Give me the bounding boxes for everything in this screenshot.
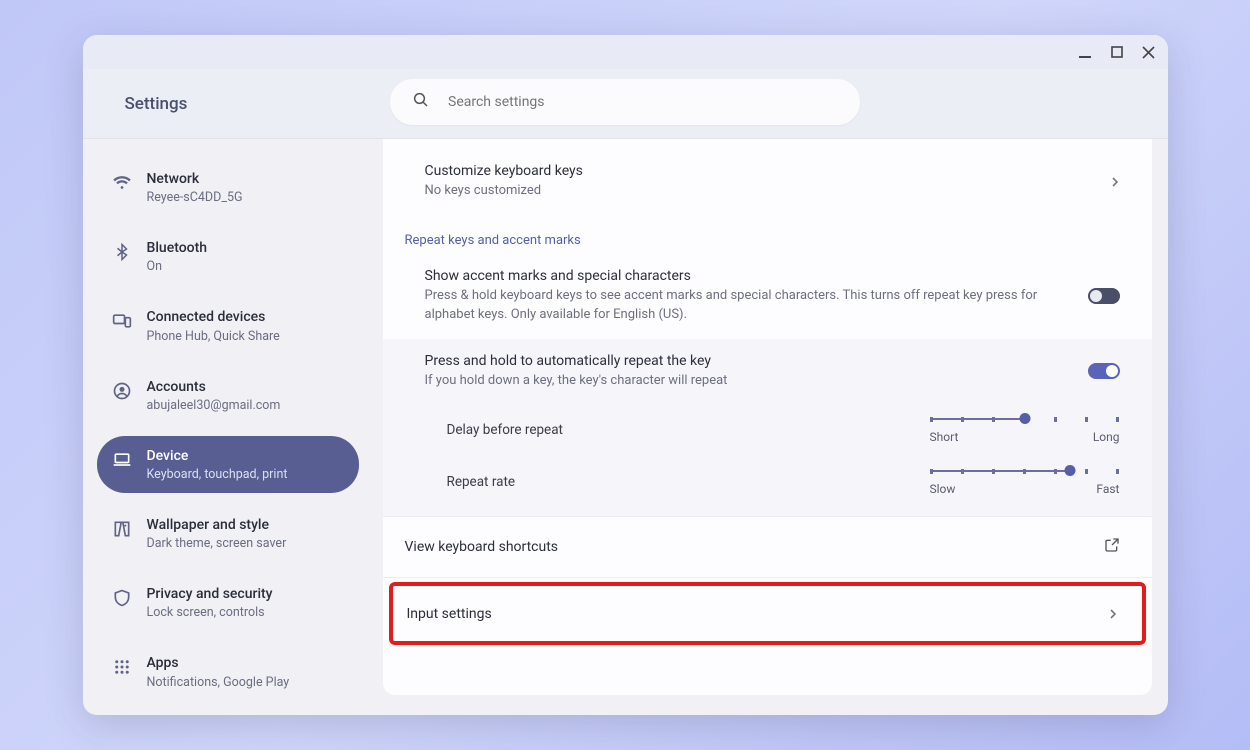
sidebar-item-label: Accounts	[147, 378, 281, 396]
sidebar-item-sublabel: Lock screen, controls	[147, 605, 273, 620]
input-settings-row[interactable]: Input settings	[389, 582, 1146, 645]
row-subtitle: Press & hold keyboard keys to see accent…	[425, 287, 1065, 325]
bluetooth-icon	[111, 241, 133, 263]
repeat-key-row: Press and hold to automatically repeat t…	[383, 339, 1152, 405]
view-keyboard-shortcuts-row[interactable]: View keyboard shortcuts	[383, 517, 1152, 577]
slider-label: Delay before repeat	[447, 416, 930, 438]
slider-max-label: Long	[1093, 430, 1120, 444]
row-title: Input settings	[407, 606, 1108, 622]
sidebar-item-sublabel: Keyboard, touchpad, print	[147, 467, 288, 482]
sidebar-item-device[interactable]: Device Keyboard, touchpad, print	[97, 436, 359, 493]
search-field[interactable]	[390, 79, 860, 125]
slider-max-label: Fast	[1096, 482, 1119, 496]
slider-min-label: Short	[930, 430, 959, 444]
window-maximize-button[interactable]	[1108, 43, 1126, 61]
delay-before-repeat-row: Delay before repeat Short Long	[383, 404, 1152, 456]
sidebar-item-wallpaper[interactable]: Wallpaper and style Dark theme, screen s…	[97, 505, 359, 562]
delay-slider[interactable]	[930, 416, 1120, 422]
row-subtitle: If you hold down a key, the key's charac…	[425, 372, 1065, 391]
row-title: View keyboard shortcuts	[405, 539, 1104, 555]
devices-icon	[111, 310, 133, 332]
section-label-repeat-keys: Repeat keys and accent marks	[383, 215, 1152, 254]
repeat-key-toggle[interactable]	[1088, 363, 1120, 379]
row-title: Press and hold to automatically repeat t…	[425, 353, 1088, 369]
sidebar-item-network[interactable]: Network Reyee-sC4DD_5G	[97, 159, 359, 216]
sidebar-item-bluetooth[interactable]: Bluetooth On	[97, 228, 359, 285]
search-input[interactable]	[448, 94, 838, 110]
row-subtitle: No keys customized	[425, 182, 1065, 201]
rate-slider[interactable]	[930, 468, 1120, 474]
sidebar-item-label: Device	[147, 447, 288, 465]
slider-label: Repeat rate	[447, 468, 930, 490]
apps-icon	[111, 656, 133, 678]
sidebar-item-privacy[interactable]: Privacy and security Lock screen, contro…	[97, 574, 359, 631]
window-close-button[interactable]	[1140, 43, 1158, 61]
content-area: Customize keyboard keys No keys customiz…	[373, 139, 1168, 715]
sidebar-item-label: Privacy and security	[147, 585, 273, 603]
open-external-icon	[1104, 537, 1120, 557]
laptop-icon	[111, 449, 133, 471]
row-title: Show accent marks and special characters	[425, 268, 1088, 284]
sidebar-item-sublabel: Reyee-sC4DD_5G	[147, 190, 243, 205]
sidebar-item-sublabel: On	[147, 259, 208, 274]
sidebar-item-sublabel: Dark theme, screen saver	[147, 536, 287, 551]
window-minimize-button[interactable]	[1076, 43, 1094, 61]
wifi-icon	[111, 172, 133, 194]
shield-icon	[111, 587, 133, 609]
sidebar-item-sublabel: Phone Hub, Quick Share	[147, 329, 280, 344]
style-icon	[111, 518, 133, 540]
page-title: Settings	[125, 94, 188, 114]
settings-window: Settings Network Reyee-sC4DD_5G	[83, 35, 1168, 715]
row-title: Customize keyboard keys	[425, 163, 1110, 179]
sidebar-item-sublabel: abujaleel30@gmail.com	[147, 398, 281, 413]
window-titlebar	[83, 35, 1168, 69]
sidebar-item-label: Connected devices	[147, 308, 280, 326]
customize-keys-row[interactable]: Customize keyboard keys No keys customiz…	[383, 149, 1152, 215]
sidebar-item-label: Network	[147, 170, 243, 188]
account-icon	[111, 380, 133, 402]
chevron-right-icon	[1110, 172, 1120, 191]
slider-min-label: Slow	[930, 482, 956, 496]
sidebar-item-sublabel: Notifications, Google Play	[147, 675, 290, 690]
accent-marks-toggle[interactable]	[1088, 288, 1120, 304]
sidebar-item-accounts[interactable]: Accounts abujaleel30@gmail.com	[97, 367, 359, 424]
search-icon	[412, 91, 430, 113]
repeat-key-block: Press and hold to automatically repeat t…	[383, 339, 1152, 517]
sidebar-item-label: Wallpaper and style	[147, 516, 287, 534]
sidebar-item-label: Apps	[147, 654, 290, 672]
sidebar-item-apps[interactable]: Apps Notifications, Google Play	[97, 643, 359, 700]
sidebar-item-connected-devices[interactable]: Connected devices Phone Hub, Quick Share	[97, 297, 359, 354]
repeat-rate-row: Repeat rate Slow Fast	[383, 456, 1152, 516]
chevron-right-icon	[1108, 604, 1118, 623]
accent-marks-row: Show accent marks and special characters…	[383, 254, 1152, 339]
settings-panel: Customize keyboard keys No keys customiz…	[383, 139, 1152, 695]
sidebar-item-label: Bluetooth	[147, 239, 208, 257]
sidebar: Network Reyee-sC4DD_5G Bluetooth On	[83, 139, 373, 715]
